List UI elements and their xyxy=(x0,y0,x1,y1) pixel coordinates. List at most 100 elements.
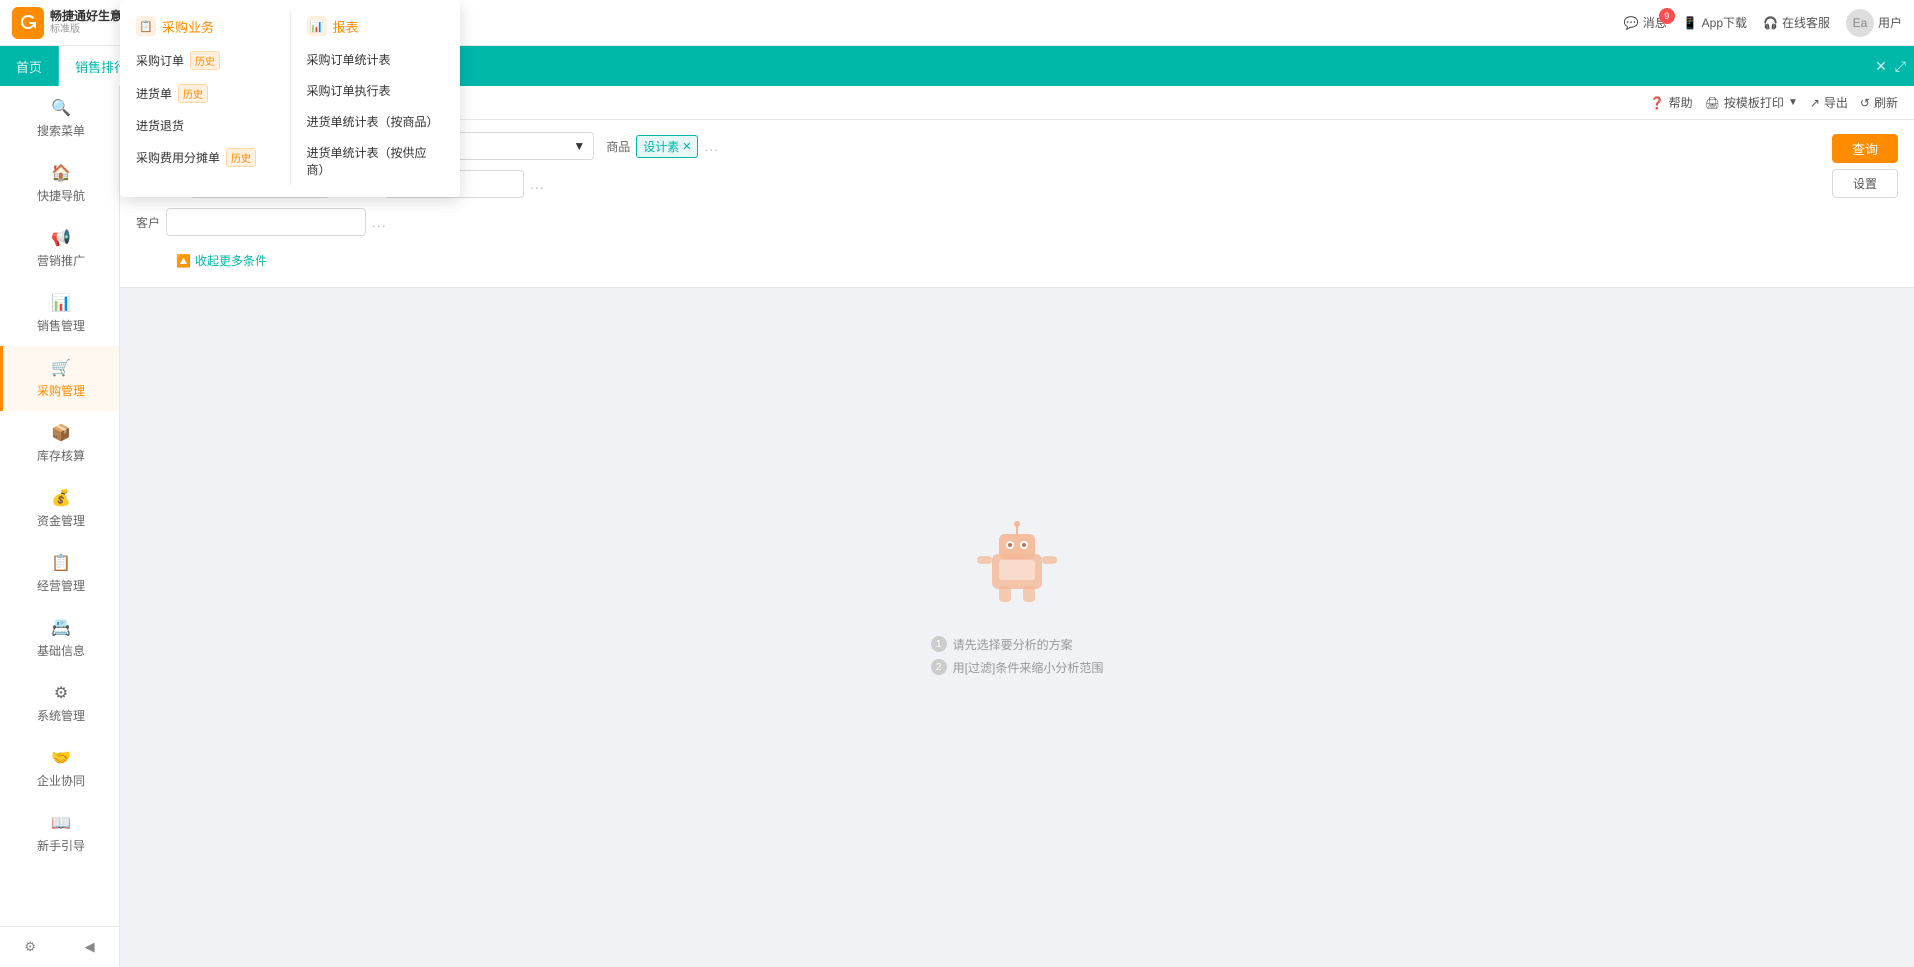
collapse-label: 收起更多条件 xyxy=(195,252,267,269)
sidebar-item-purchase[interactable]: 🛒 采购管理 xyxy=(0,346,119,411)
sidebar-guide-label: 新手引导 xyxy=(37,837,85,854)
tab-bar-right: ✕ ⤢ xyxy=(1875,58,1914,75)
sidebar-purchase-label: 采购管理 xyxy=(37,382,85,399)
logo-area: 畅捷通好生意 标准版 xyxy=(12,7,132,39)
customer-label: 客户 xyxy=(136,214,160,231)
order-stats-label: 采购订单统计表 xyxy=(307,51,391,68)
help-button[interactable]: ❓ 帮助 xyxy=(1650,94,1693,111)
help-icon: ❓ xyxy=(1650,96,1665,110)
user-avatar[interactable]: Ea 用户 xyxy=(1846,9,1902,37)
popup-item-incoming[interactable]: 进货单 历史 xyxy=(128,77,282,110)
logo-text-area: 畅捷通好生意 标准版 xyxy=(50,9,122,35)
basic-info-icon: 📇 xyxy=(51,618,71,638)
sidebar-basic-info-label: 基础信息 xyxy=(37,642,85,659)
sidebar-item-operations[interactable]: 📋 经营管理 xyxy=(0,541,119,606)
popup-menu: 📋 采购业务 采购订单 历史 进货单 历史 进货退货 采购费用分摊单 历史 xyxy=(120,0,460,197)
doc-status-select[interactable]: ▼ xyxy=(454,132,594,160)
user-avatar-image: Ea xyxy=(1846,9,1874,37)
refresh-button[interactable]: ↺ 刷新 xyxy=(1860,94,1898,111)
sidebar-item-quick-nav[interactable]: 🏠 快捷导航 xyxy=(0,151,119,216)
sidebar-search-label: 搜索菜单 xyxy=(37,122,85,139)
logo-main-text: 畅捷通好生意 xyxy=(50,9,122,23)
app-download-button[interactable]: 📱 App下载 xyxy=(1683,14,1747,31)
doc-status-dropdown-icon: ▼ xyxy=(573,139,585,153)
sidebar-collapse-icon[interactable]: ◀ xyxy=(85,939,95,955)
product-more-btn[interactable]: ... xyxy=(704,138,719,154)
popup-item-incoming-stats-product[interactable]: 进货单统计表（按商品） xyxy=(299,106,453,137)
sidebar-system-label: 系统管理 xyxy=(37,707,85,724)
tab-home-label: 首页 xyxy=(16,57,42,76)
popup-item-cost[interactable]: 采购费用分摊单 历史 xyxy=(128,141,282,174)
tab-home[interactable]: 首页 xyxy=(0,46,59,86)
popup-col1-title: 📋 采购业务 xyxy=(128,12,282,44)
sidebar-item-system[interactable]: ⚙ 系统管理 xyxy=(0,671,119,736)
sidebar-item-marketing[interactable]: 📢 营销推广 xyxy=(0,216,119,281)
home-icon: 🏠 xyxy=(51,163,71,183)
popup-item-purchase-order[interactable]: 采购订单 历史 xyxy=(128,44,282,77)
salesman-more-btn[interactable]: ... xyxy=(530,176,545,192)
sidebar-item-finance[interactable]: 💰 资金管理 xyxy=(0,476,119,541)
sidebar-item-search[interactable]: 🔍 搜索菜单 xyxy=(0,86,119,151)
sidebar-item-sales[interactable]: 📊 销售管理 xyxy=(0,281,119,346)
sidebar-bottom-icons: ⚙ ◀ xyxy=(0,926,119,967)
notification-badge: 9 xyxy=(1659,8,1675,24)
sidebar-marketing-label: 营销推广 xyxy=(37,252,85,269)
incoming-stats-product-label: 进货单统计表（按商品） xyxy=(307,113,439,130)
popup-item-incoming-stats-supplier[interactable]: 进货单统计表（按供应商） xyxy=(299,137,453,185)
print-label: 按模板打印 xyxy=(1724,94,1784,111)
popup-item-return[interactable]: 进货退货 xyxy=(128,110,282,141)
history-badge-3: 历史 xyxy=(226,148,256,167)
popup-menu-columns: 📋 采购业务 采购订单 历史 进货单 历史 进货退货 采购费用分摊单 历史 xyxy=(120,12,460,185)
step-2-text: 用[过滤]条件来缩小分析范围 xyxy=(953,659,1104,676)
incoming-stats-supplier-label: 进货单统计表（按供应商） xyxy=(307,144,445,178)
empty-step-2: 2 用[过滤]条件来缩小分析范围 xyxy=(931,659,1104,676)
history-badge-2: 历史 xyxy=(178,84,208,103)
refresh-label: 刷新 xyxy=(1874,94,1898,111)
report-icon: 📊 xyxy=(307,16,327,36)
popup-item-order-exec[interactable]: 采购订单执行表 xyxy=(299,75,453,106)
tab-maximize-icon[interactable]: ⤢ xyxy=(1895,58,1906,75)
order-exec-label: 采购订单执行表 xyxy=(307,82,391,99)
sidebar-item-inventory[interactable]: 📦 库存核算 xyxy=(0,411,119,476)
help-label: 帮助 xyxy=(1669,94,1693,111)
sidebar-operations-label: 经营管理 xyxy=(37,577,85,594)
guide-icon: 📖 xyxy=(51,813,71,833)
print-dropdown-icon: ▼ xyxy=(1788,97,1798,108)
header-right: 💬 消息 9 📱 App下载 🎧 在线客服 Ea 用户 xyxy=(1624,9,1902,37)
message-icon: 💬 xyxy=(1624,16,1639,30)
product-tag-close[interactable]: ✕ xyxy=(682,140,691,153)
purchase-icon: 🛒 xyxy=(51,358,71,378)
filter-actions: 查询 设置 xyxy=(1832,132,1898,198)
sidebar-quick-nav-label: 快捷导航 xyxy=(37,187,85,204)
message-button[interactable]: 💬 消息 9 xyxy=(1624,14,1667,31)
sidebar-enterprise-label: 企业协同 xyxy=(37,772,85,789)
sidebar-item-enterprise[interactable]: 🤝 企业协同 xyxy=(0,736,119,801)
export-label: 导出 xyxy=(1824,94,1848,111)
popup-col-purchase-business: 📋 采购业务 采购订单 历史 进货单 历史 进货退货 采购费用分摊单 历史 xyxy=(120,12,290,185)
settings-button[interactable]: 设置 xyxy=(1832,169,1898,198)
product-tag-value: 设计素 xyxy=(643,138,679,155)
tab-close-all-icon[interactable]: ✕ xyxy=(1875,58,1887,75)
system-icon: ⚙ xyxy=(51,683,71,703)
sidebar-item-basic-info[interactable]: 📇 基础信息 xyxy=(0,606,119,671)
search-icon: 🔍 xyxy=(51,98,71,118)
customer-select[interactable] xyxy=(166,208,366,236)
headset-icon: 🎧 xyxy=(1763,16,1778,30)
popup-item-order-stats[interactable]: 采购订单统计表 xyxy=(299,44,453,75)
sidebar-settings-icon[interactable]: ⚙ xyxy=(24,939,36,955)
export-button[interactable]: ↗ 导出 xyxy=(1810,94,1848,111)
finance-icon: 💰 xyxy=(51,488,71,508)
query-button[interactable]: 查询 xyxy=(1832,134,1898,163)
sidebar-item-guide[interactable]: 📖 新手引导 xyxy=(0,801,119,866)
online-service-button[interactable]: 🎧 在线客服 xyxy=(1763,14,1830,31)
collapse-button[interactable]: 🔼 收起更多条件 xyxy=(176,246,1820,275)
empty-step-1: 1 请先选择要分析的方案 xyxy=(931,636,1104,653)
step-2-circle: 2 xyxy=(931,659,947,675)
sidebar-sales-label: 销售管理 xyxy=(37,317,85,334)
collapse-up-icon: 🔼 xyxy=(176,254,191,268)
sidebar-bottom: ⚙ ◀ xyxy=(0,926,119,967)
product-filter: 商品 设计素 ✕ ... xyxy=(606,135,719,158)
print-button[interactable]: 🖨 按模板打印 ▼ xyxy=(1705,94,1798,111)
sidebar: 🔍 搜索菜单 🏠 快捷导航 📢 营销推广 📊 销售管理 🛒 采购管理 📦 库存核… xyxy=(0,86,120,967)
customer-more-btn[interactable]: ... xyxy=(372,214,387,230)
